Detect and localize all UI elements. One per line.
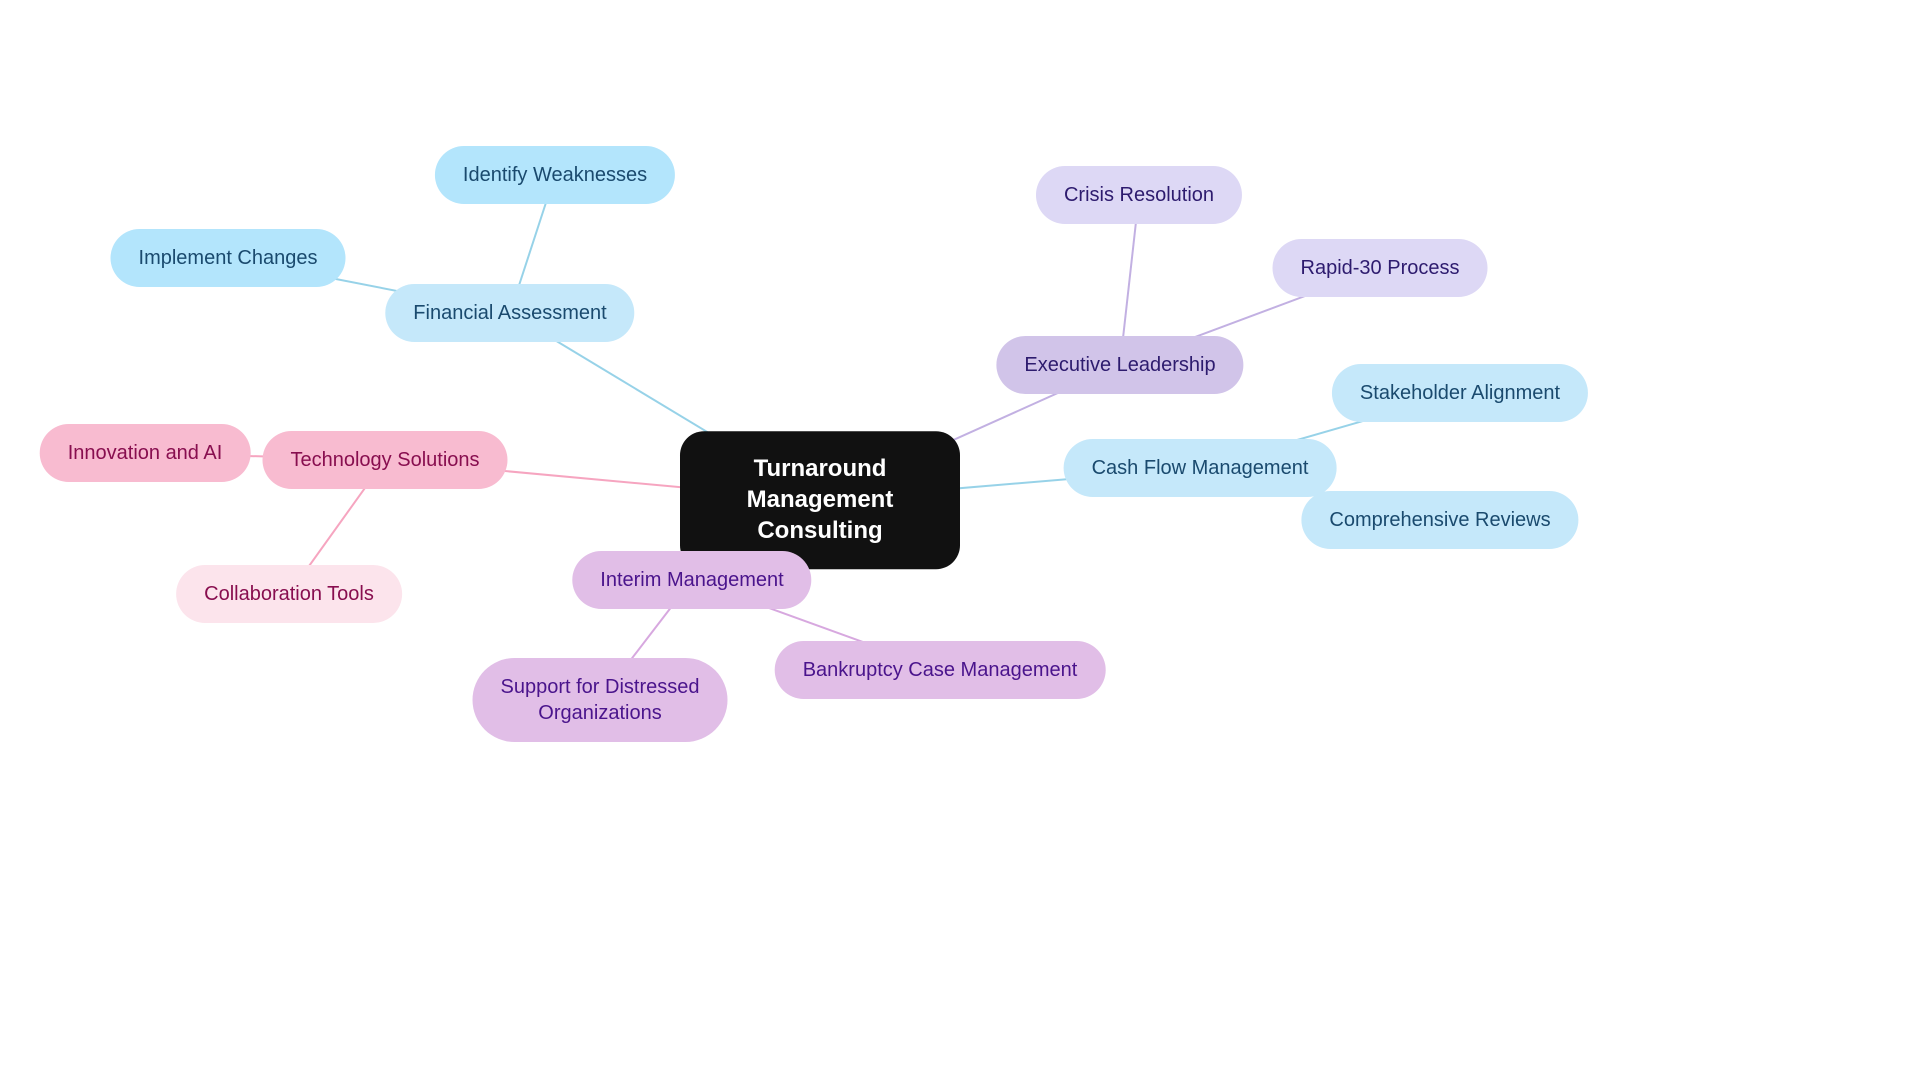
node-cash-flow-management[interactable]: Cash Flow Management: [1064, 439, 1337, 497]
node-crisis-resolution[interactable]: Crisis Resolution: [1036, 166, 1242, 224]
node-center[interactable]: Turnaround Management Consulting: [680, 431, 960, 569]
node-comprehensive-reviews[interactable]: Comprehensive Reviews: [1301, 491, 1578, 549]
node-stakeholder-alignment[interactable]: Stakeholder Alignment: [1332, 364, 1588, 422]
node-collaboration-tools[interactable]: Collaboration Tools: [176, 565, 402, 623]
node-executive-leadership[interactable]: Executive Leadership: [996, 336, 1243, 394]
node-innovation-and-ai[interactable]: Innovation and AI: [40, 424, 251, 482]
node-identify-weaknesses[interactable]: Identify Weaknesses: [435, 146, 675, 204]
node-technology-solutions[interactable]: Technology Solutions: [262, 431, 507, 489]
connections-svg: [0, 0, 1920, 1083]
node-support-distressed[interactable]: Support for Distressed Organizations: [473, 658, 728, 742]
node-bankruptcy-case[interactable]: Bankruptcy Case Management: [775, 641, 1106, 699]
node-rapid-30-process[interactable]: Rapid-30 Process: [1273, 239, 1488, 297]
node-interim-management[interactable]: Interim Management: [572, 551, 811, 609]
mindmap-container: Turnaround Management Consulting Identify…: [0, 0, 1920, 1083]
node-financial-assessment[interactable]: Financial Assessment: [385, 284, 634, 342]
node-implement-changes[interactable]: Implement Changes: [111, 229, 346, 287]
